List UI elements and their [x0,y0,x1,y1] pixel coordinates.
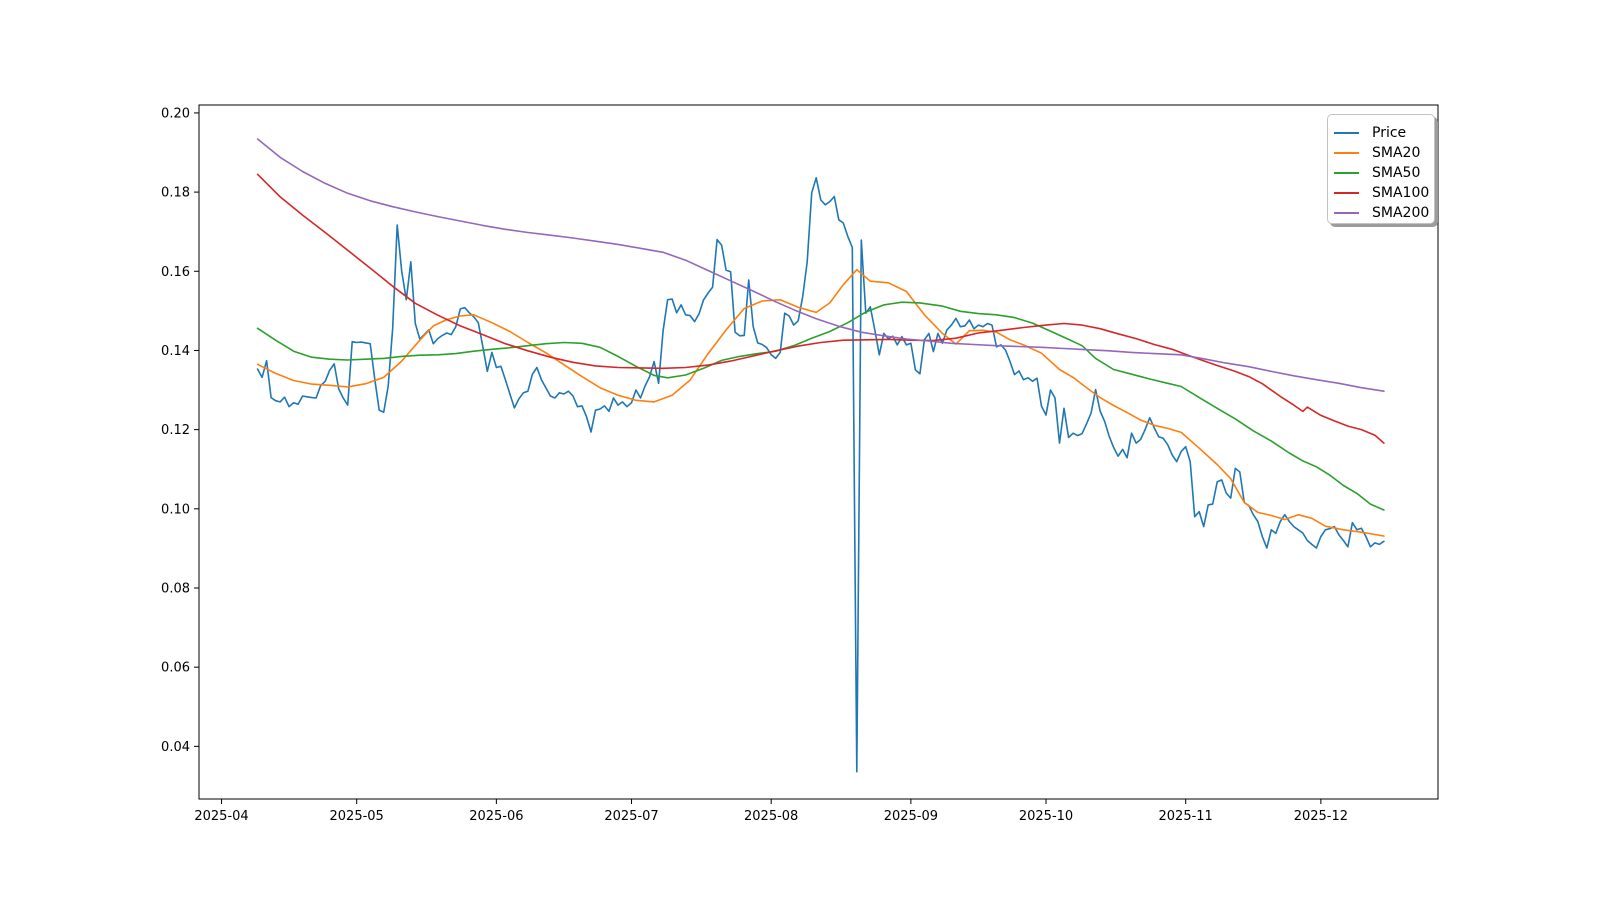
price-line-swatch-icon [1334,132,1359,134]
matplotlib-figure: 2025-04 2025-05 2025-06 2025-07 2025-08 2025-… [0,0,1600,900]
y-tick-label: 0.14 [161,344,190,359]
sma200-line-swatch-icon [1334,212,1359,214]
x-tick-label: 2025-06 [469,809,523,824]
sma100-line-swatch-icon [1334,192,1359,194]
legend-label-sma20: SMA20 [1372,145,1421,161]
legend-label-sma200: SMA200 [1372,205,1430,221]
y-tick-label: 0.04 [161,740,190,755]
y-tick-label: 0.06 [161,661,190,676]
sma200-line [256,138,1385,393]
sma50-line-swatch-icon [1334,172,1359,174]
sma20-line-swatch-icon [1334,152,1359,154]
x-tick-label: 2025-11 [1159,809,1213,824]
y-tick-label: 0.10 [161,502,190,517]
x-tick-label: 2025-04 [194,809,248,824]
legend-item-sma100: SMA100 [1334,183,1434,203]
legend-label-price: Price [1372,125,1407,141]
legend-item-sma20: SMA20 [1334,143,1434,163]
y-tick-label: 0.12 [161,423,190,438]
x-tick-label: 2025-09 [884,809,938,824]
x-tick-label: 2025-12 [1294,809,1348,824]
legend-item-sma50: SMA50 [1334,163,1434,183]
x-tick-label: 2025-10 [1019,809,1073,824]
price-line [256,177,1385,773]
y-tick-label: 0.20 [161,106,190,121]
y-tick-label: 0.18 [161,186,190,201]
legend-label-sma100: SMA100 [1372,185,1430,201]
x-tick-label: 2025-07 [604,809,658,824]
legend: Price SMA20 SMA50 SMA100 SMA200 [1327,114,1435,224]
plot-border [198,104,1439,800]
y-tick-label: 0.08 [161,581,190,596]
x-tick-label: 2025-05 [330,809,384,824]
y-tick-label: 0.16 [161,265,190,280]
x-tick-label: 2025-08 [744,809,798,824]
legend-item-sma200: SMA200 [1334,203,1434,223]
legend-item-price: Price [1334,123,1434,143]
legend-label-sma50: SMA50 [1372,165,1421,181]
